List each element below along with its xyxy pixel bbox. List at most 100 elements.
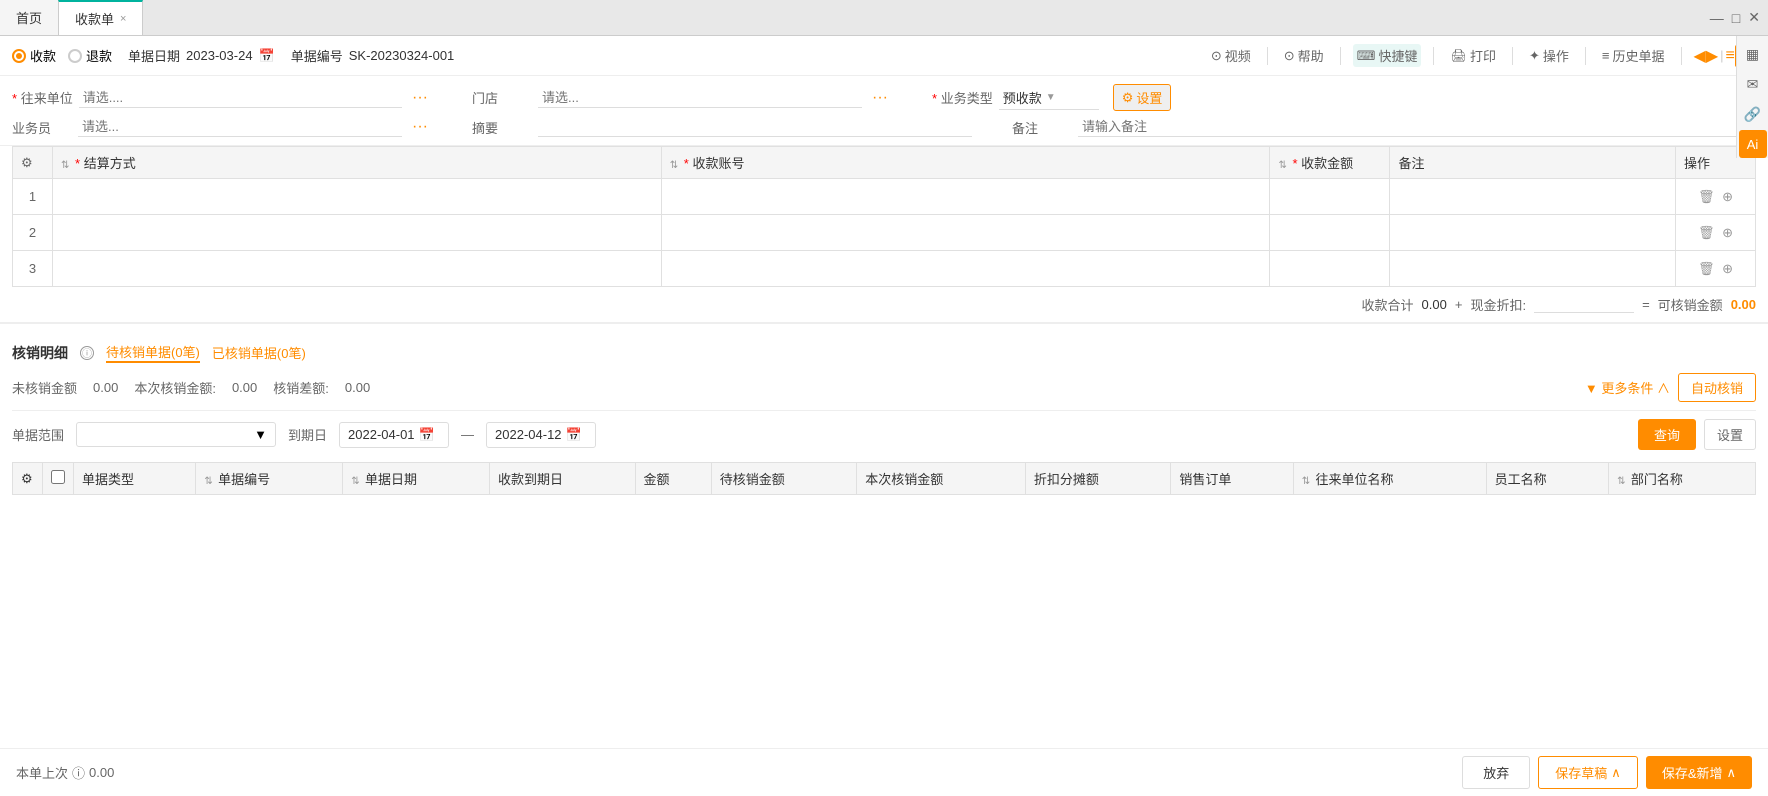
date-value[interactable]: 2023-03-24	[186, 48, 253, 63]
range-select-arrow-icon: ▼	[254, 427, 267, 442]
settings-gear-icon[interactable]: ⚙	[21, 155, 33, 170]
th-current: 本次核销金额	[857, 463, 1026, 495]
history-icon: ≡	[1602, 48, 1610, 63]
delete-icon-1[interactable]: 🗑	[1698, 189, 1715, 204]
more-conditions-btn[interactable]: ▼ 更多条件 ∧	[1585, 378, 1670, 397]
video-label: 视频	[1225, 46, 1251, 65]
cell-amount-1[interactable]	[1270, 179, 1390, 215]
calendar-icon[interactable]: 📅	[259, 48, 275, 64]
staff-input[interactable]	[78, 117, 402, 137]
help-icon: ⊙	[1284, 48, 1295, 64]
window-min-btn[interactable]: —	[1710, 10, 1724, 26]
save-new-btn[interactable]: 保存&新增 ∧	[1646, 756, 1752, 789]
save-draft-arrow-icon: ∧	[1611, 765, 1621, 781]
hexiao-stats-right: ▼ 更多条件 ∧ 自动核销	[1585, 373, 1756, 402]
query-btn[interactable]: 查询	[1638, 419, 1696, 450]
number-value[interactable]: SK-20230324-001	[349, 48, 455, 63]
copy-icon-1[interactable]: ⊕	[1722, 189, 1733, 204]
range-select[interactable]: ▼	[76, 422, 276, 447]
cell-remark-1[interactable]	[1390, 179, 1676, 215]
history-btn[interactable]: ≡ 历史单据	[1598, 44, 1669, 67]
calendar-to-icon[interactable]: 📅	[566, 427, 582, 443]
abandon-btn[interactable]: 放弃	[1462, 756, 1530, 789]
shortcut-btn[interactable]: ⌨ 快捷键	[1353, 44, 1422, 67]
tab-close-icon[interactable]: ×	[120, 13, 126, 25]
th-counterpart: ⇅ 往来单位名称	[1293, 463, 1486, 495]
remark-input[interactable]	[1078, 117, 1756, 137]
business-type-select[interactable]: 预收款 ▼	[999, 86, 1099, 110]
shortcut-label: 快捷键	[1378, 46, 1417, 65]
save-draft-btn[interactable]: 保存草稿 ∧	[1538, 756, 1638, 789]
counterpart-input[interactable]	[79, 88, 402, 108]
radio-receive[interactable]: 收款	[12, 46, 56, 65]
store-input[interactable]	[538, 88, 862, 108]
hexiao-info-icon[interactable]: ⓘ	[80, 346, 94, 360]
cell-amount-2[interactable]	[1270, 215, 1390, 251]
form-section: * 往来单位 ··· 门店 ··· * 业务类型	[0, 76, 1768, 146]
tab-receipts[interactable]: 收款单 ×	[58, 0, 143, 35]
th-number: ⇅ 单据编号	[196, 463, 343, 495]
layout-left-btn[interactable]: ◀	[1694, 46, 1706, 66]
tab-home[interactable]: 首页	[0, 0, 58, 35]
summary-input[interactable]	[538, 117, 972, 137]
order-info-icon[interactable]: ⓘ	[72, 763, 85, 782]
print-btn[interactable]: 🖨 打印	[1446, 44, 1500, 67]
bottom-bar: 本单上次 ⓘ 0.00 放弃 保存草稿 ∧ 保存&新增 ∧	[0, 748, 1768, 796]
hexiao-settings-btn[interactable]: 设置	[1704, 419, 1756, 450]
tab-receipts-label: 收款单	[75, 9, 114, 28]
radio-return[interactable]: 退款	[68, 46, 112, 65]
video-btn[interactable]: ⊙ 视频	[1207, 44, 1255, 67]
summary-row: 收款合计 0.00 + 现金折扣: = 可核销金额 0.00	[0, 287, 1768, 324]
cell-remark-3[interactable]	[1390, 251, 1676, 287]
sidebar-link-icon[interactable]: 🔗	[1739, 100, 1767, 128]
help-btn[interactable]: ⊙ 帮助	[1280, 44, 1328, 67]
business-type-field: * 业务类型 预收款 ▼ ⚙ 设置	[932, 84, 1171, 111]
th-payment-method: ⇅ * 结算方式	[53, 147, 662, 179]
layout-right-btn[interactable]: ▶	[1706, 46, 1718, 66]
window-close-btn[interactable]: ✕	[1748, 9, 1760, 26]
window-controls: — □ ✕	[1710, 9, 1768, 26]
th-bottom-settings[interactable]: ⚙	[13, 463, 43, 495]
counterpart-more-btn[interactable]: ···	[408, 89, 432, 107]
staff-more-btn[interactable]: ···	[408, 118, 432, 136]
discount-input[interactable]	[1534, 297, 1634, 313]
th-settings[interactable]: ⚙	[13, 147, 53, 179]
divider2	[1340, 47, 1341, 65]
cell-payment-1[interactable]	[53, 179, 662, 215]
print-label: 打印	[1470, 46, 1496, 65]
copy-icon-3[interactable]: ⊕	[1722, 261, 1733, 276]
copy-icon-2[interactable]: ⊕	[1722, 225, 1733, 240]
staff-label: 业务员	[12, 118, 72, 137]
hexiao-pending-tab[interactable]: 待核销单据(0笔)	[106, 342, 200, 363]
sidebar-table-icon[interactable]: ▦	[1739, 40, 1767, 68]
cell-account-2[interactable]	[661, 215, 1270, 251]
cell-remark-2[interactable]	[1390, 215, 1676, 251]
calendar-from-icon[interactable]: 📅	[419, 427, 435, 443]
summary-field: 摘要	[472, 117, 972, 137]
auto-hexiao-btn[interactable]: 自动核销	[1678, 373, 1756, 402]
radio-return-label: 退款	[86, 46, 112, 65]
store-more-btn[interactable]: ···	[868, 89, 892, 107]
cell-account-3[interactable]	[661, 251, 1270, 287]
cell-amount-3[interactable]	[1270, 251, 1390, 287]
plus-sign: +	[1455, 297, 1463, 312]
date-from-input[interactable]: 2022-04-01 📅	[339, 422, 449, 448]
cell-payment-2[interactable]	[53, 215, 662, 251]
bottom-settings-gear-icon[interactable]: ⚙	[21, 471, 33, 486]
delete-icon-3[interactable]: 🗑	[1698, 261, 1715, 276]
settings-btn[interactable]: ⚙ 设置	[1113, 84, 1172, 111]
cell-account-1[interactable]	[661, 179, 1270, 215]
layout-list-btn[interactable]: ≡	[1726, 47, 1735, 65]
sidebar-ai-icon[interactable]: Ai	[1739, 130, 1767, 158]
hexiao-stats: 未核销金额 0.00 本次核销金额: 0.00 核销差额: 0.00 ▼ 更多条…	[12, 369, 1756, 410]
window-restore-btn[interactable]: □	[1732, 10, 1740, 26]
divider5	[1585, 47, 1586, 65]
cell-payment-3[interactable]	[53, 251, 662, 287]
operation-btn[interactable]: ✦ 操作	[1525, 44, 1573, 67]
select-all-checkbox[interactable]	[51, 470, 65, 484]
date-to-input[interactable]: 2022-04-12 📅	[486, 422, 596, 448]
th-date: ⇅ 单据日期	[343, 463, 490, 495]
sidebar-message-icon[interactable]: ✉	[1739, 70, 1767, 98]
hexiao-completed-tab[interactable]: 已核销单据(0笔)	[212, 343, 306, 362]
delete-icon-2[interactable]: 🗑	[1698, 225, 1715, 240]
